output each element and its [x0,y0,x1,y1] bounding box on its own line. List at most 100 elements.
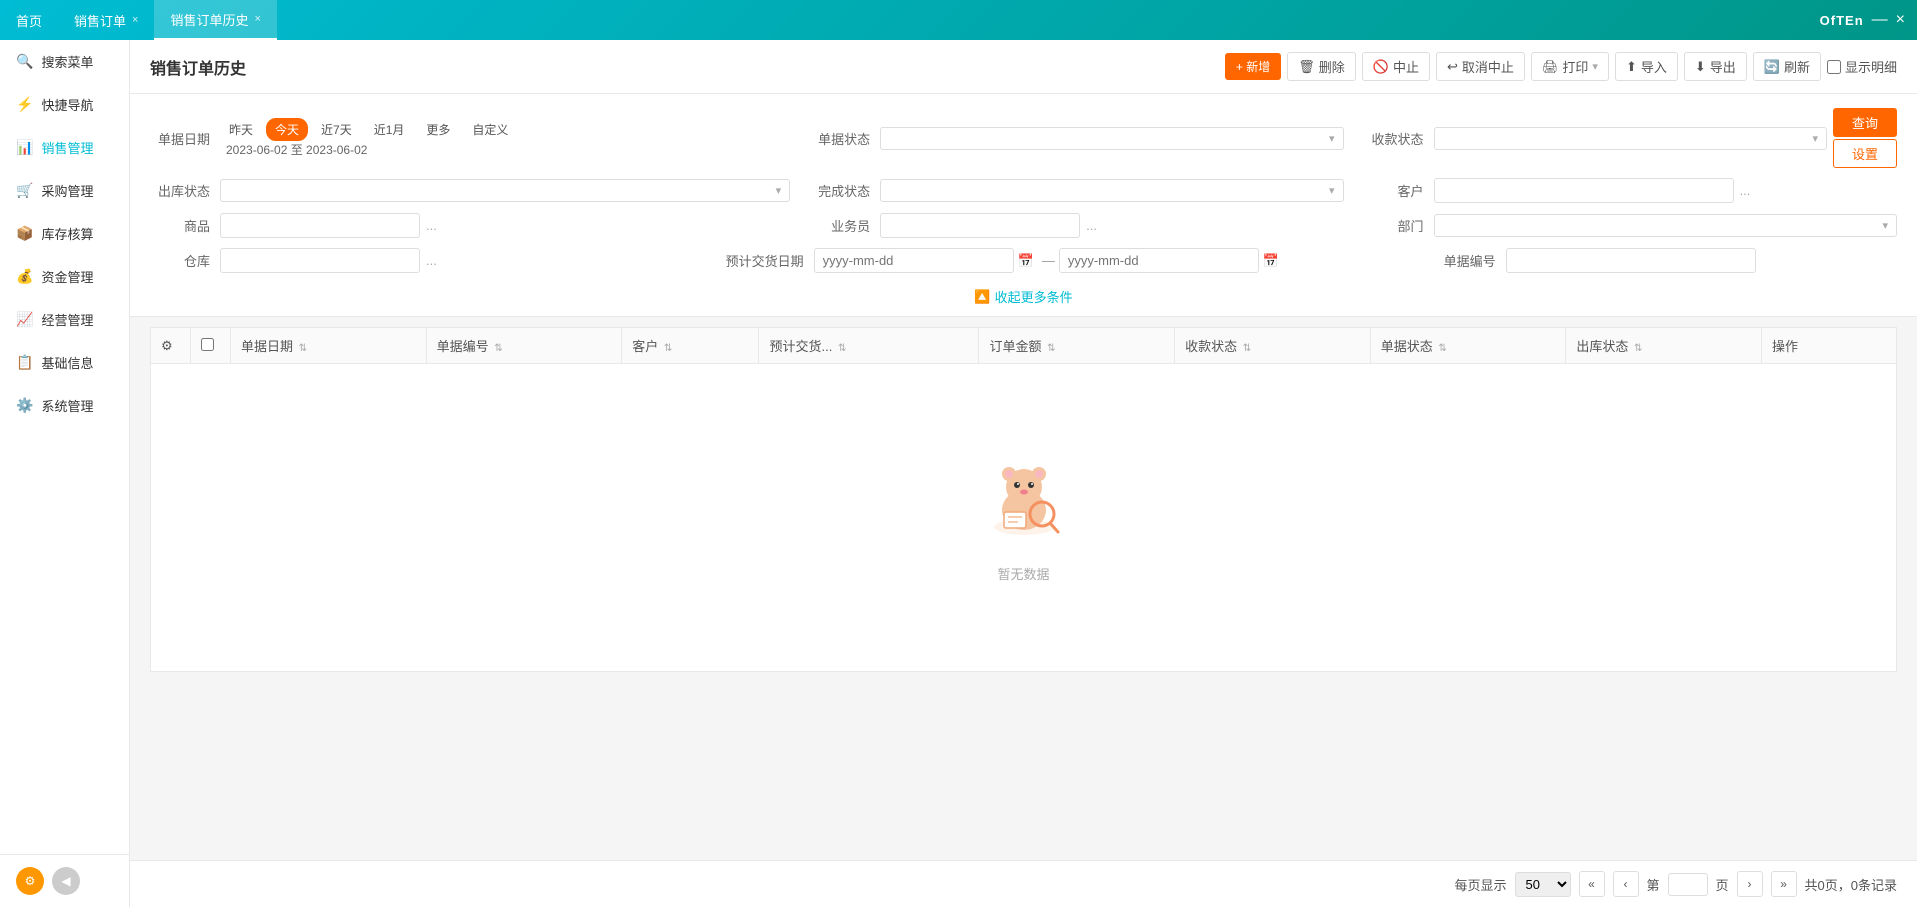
filter-row-4: 仓库 ... 预计交货日期 📅 — 📅 单据编号 [150,248,1897,273]
salesperson-input[interactable] [880,213,1080,238]
th-settings[interactable]: ⚙ [151,328,191,364]
th-bill-status[interactable]: 单据状态 ⇅ [1370,328,1566,364]
set-btn[interactable]: 设置 [1833,139,1897,168]
warehouse-input[interactable] [220,248,420,273]
refresh-btn[interactable]: 🔄 刷新 [1753,52,1821,81]
cancel-stop-btn[interactable]: ↩ 取消中止 [1436,52,1525,81]
page-first-btn[interactable]: « [1579,871,1605,897]
print-label: 打印 [1562,57,1588,76]
calendar-from-icon[interactable]: 📅 [1018,253,1034,269]
th-date[interactable]: 单据日期 ⇅ [231,328,427,364]
th-customer[interactable]: 客户 ⇅ [622,328,759,364]
expected-date-to[interactable] [1059,248,1259,273]
date-btn-today[interactable]: 今天 [266,118,308,141]
th-no[interactable]: 单据编号 ⇅ [426,328,622,364]
sidebar-item-system[interactable]: ⚙️ 系统管理 [0,384,129,427]
empty-cell: 暂无数据 [151,364,1897,672]
bill-status-label: 单据状态 [810,129,880,148]
tab-home[interactable]: 首页 [0,0,58,40]
query-btn[interactable]: 查询 [1833,108,1897,137]
outbound-status-select[interactable]: ▾ [220,179,790,202]
page-next-btn[interactable]: › [1737,871,1763,897]
tab-sales-order-close[interactable]: × [132,14,138,26]
salesperson-dots[interactable]: ... [1086,218,1097,233]
refresh-icon: 🔄 [1764,59,1780,75]
collapse-bar[interactable]: 🔼 收起更多条件 [150,283,1897,310]
receipt-status-select[interactable]: ▾ [1434,127,1827,150]
date-control: 昨天 今天 近7天 近1月 更多 自定义 2023-06-02 至 2023-0… [220,118,790,158]
th-outbound-status[interactable]: 出库状态 ⇅ [1566,328,1762,364]
tab-sales-order-history-close[interactable]: × [254,13,260,25]
tab-sales-order-history[interactable]: 销售订单历史 × [154,0,276,40]
page-input[interactable]: 1 [1668,873,1708,896]
sort-no-icon: ⇅ [494,343,502,354]
th-receipt-status[interactable]: 收款状态 ⇅ [1175,328,1371,364]
th-expected-date[interactable]: 预计交货... ⇅ [759,328,979,364]
total-label: 共0页，0条记录 [1805,875,1897,894]
complete-status-select[interactable]: ▾ [880,179,1343,202]
empty-row: 暂无数据 [151,364,1897,672]
display-detail-wrap: 显示明细 [1827,57,1897,76]
date-btn-custom[interactable]: 自定义 [463,118,517,141]
bill-no-input[interactable] [1506,248,1756,273]
th-check[interactable] [191,328,231,364]
sidebar-item-purchase-label: 采购管理 [41,181,93,200]
select-all-checkbox[interactable] [201,338,214,351]
date-btn-1month[interactable]: 近1月 [365,118,414,141]
settings-bottom-btn[interactable]: ⚙ [16,867,44,895]
sidebar-item-operations[interactable]: 📈 经营管理 [0,298,129,341]
sidebar-item-inventory[interactable]: 📦 库存核算 [0,212,129,255]
minimize-btn[interactable]: — [1872,11,1888,29]
chevron-up-icon: 🔼 [974,289,990,305]
collapse-sidebar-btn[interactable]: ◀ [52,867,80,895]
export-icon: ⬇ [1695,59,1706,75]
date-btn-7days[interactable]: 近7天 [312,118,361,141]
receipt-status-col: 收款状态 ▾ 查询 设置 [1364,108,1897,168]
department-label: 部门 [1364,216,1434,235]
product-input[interactable] [220,213,420,238]
export-btn[interactable]: ⬇ 导出 [1684,52,1747,81]
product-label: 商品 [150,216,220,235]
calendar-to-icon[interactable]: 📅 [1263,253,1279,269]
th-amount[interactable]: 订单金额 ⇅ [979,328,1175,364]
sidebar-item-basic-info[interactable]: 📋 基础信息 [0,341,129,384]
per-page-select[interactable]: 20 50 100 200 [1515,872,1571,897]
warehouse-dots[interactable]: ... [426,253,437,268]
sidebar-item-search[interactable]: 🔍 搜索菜单 [0,40,129,83]
print-btn[interactable]: 🖨 打印 ▾ [1531,52,1609,81]
page-last-btn[interactable]: » [1771,871,1797,897]
page-suffix: 页 [1716,875,1729,894]
bill-status-select[interactable]: ▾ [880,127,1343,150]
purchase-icon: 🛒 [16,182,33,199]
sidebar-item-finance[interactable]: 💰 资金管理 [0,255,129,298]
date-btn-yesterday[interactable]: 昨天 [220,118,262,141]
sidebar-item-quick-nav[interactable]: ⚡ 快捷导航 [0,83,129,126]
sidebar-item-sales[interactable]: 📊 销售管理 [0,126,129,169]
department-select[interactable]: ▾ [1434,214,1897,237]
tab-sales-order[interactable]: 销售订单 × [58,0,154,40]
product-dots[interactable]: ... [426,218,437,233]
outbound-status-label: 出库状态 [150,181,220,200]
expected-date-from[interactable] [814,248,1014,273]
delete-icon: 🗑 [1298,59,1315,75]
sort-bill-status-icon: ⇅ [1438,343,1446,354]
customer-label: 客户 [1364,181,1434,200]
customer-input[interactable] [1434,178,1734,203]
import-btn[interactable]: ⬆ 导入 [1615,52,1678,81]
print-dropdown-icon: ▾ [1592,60,1598,73]
per-page-label: 每页显示 [1454,875,1506,894]
empty-text: 暂无数据 [997,564,1049,583]
delete-btn[interactable]: 🗑 删除 [1287,52,1356,81]
page-prev-btn[interactable]: ‹ [1613,871,1639,897]
date-buttons: 昨天 今天 近7天 近1月 更多 自定义 [220,118,517,141]
customer-dots[interactable]: ... [1740,183,1751,198]
new-btn[interactable]: + 新增 [1225,53,1281,80]
date-btn-more[interactable]: 更多 [417,118,459,141]
display-detail-checkbox[interactable] [1827,60,1841,74]
stop-btn[interactable]: 🚫 中止 [1362,52,1430,81]
filter-row-2: 出库状态 ▾ 完成状态 ▾ 客户 ... [150,178,1897,203]
sidebar-item-purchase[interactable]: 🛒 采购管理 [0,169,129,212]
close-btn[interactable]: × [1896,11,1905,29]
tab-bar: 首页 销售订单 × 销售订单历史 × [0,0,1808,40]
content-area: 销售订单历史 + 新增 🗑 删除 🚫 中止 ↩ 取消中止 🖨 打印 [130,40,1917,907]
